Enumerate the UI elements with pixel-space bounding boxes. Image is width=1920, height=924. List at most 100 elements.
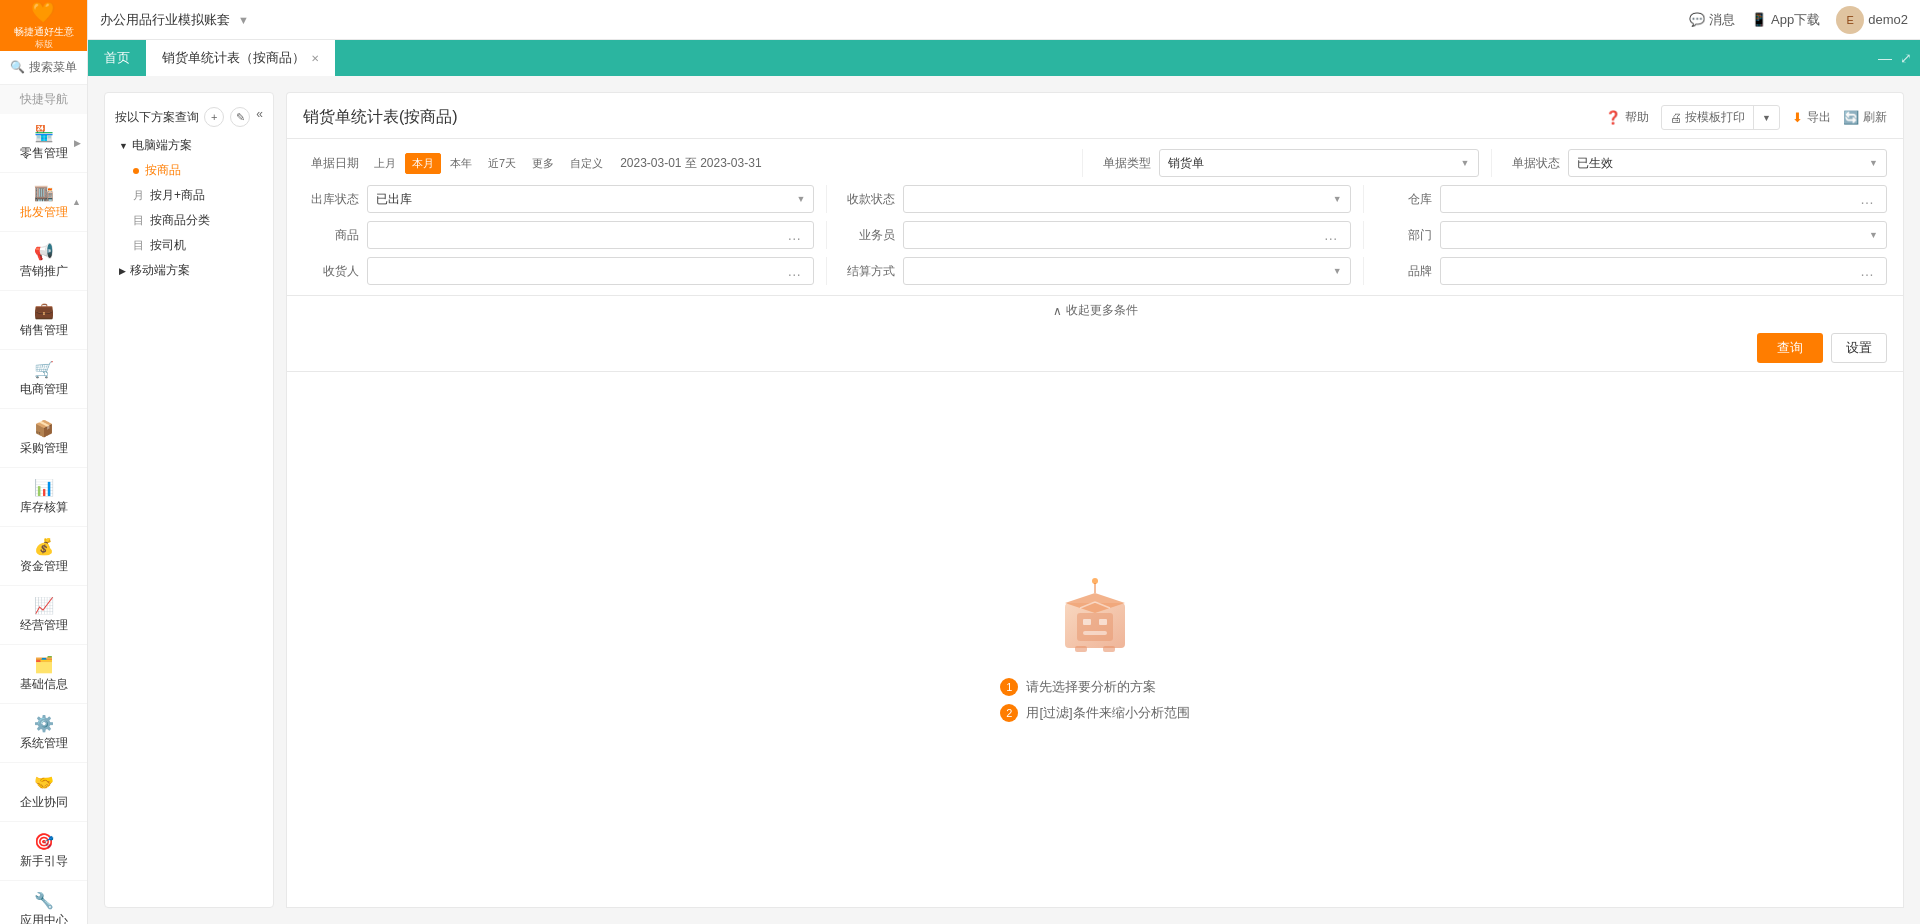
export-button[interactable]: ⬇ 导出 bbox=[1792, 109, 1831, 126]
divider-3 bbox=[826, 185, 827, 213]
sidebar-item-enterprise[interactable]: 🤝 企业协同 bbox=[0, 763, 87, 822]
tab-sales-stat[interactable]: 销货单统计表（按商品） ✕ bbox=[146, 40, 335, 76]
settlement-input[interactable]: ▼ bbox=[903, 257, 1350, 285]
empty-step-2: 2 用[过滤]条件来缩小分析范围 bbox=[1000, 704, 1189, 722]
tab-close-icon[interactable]: ✕ bbox=[311, 53, 319, 64]
sidebar-item-basic[interactable]: 🗂️ 基础信息 bbox=[0, 645, 87, 704]
sidebar-item-newbie[interactable]: 🎯 新手引导 bbox=[0, 822, 87, 881]
refresh-button[interactable]: 🔄 刷新 bbox=[1843, 109, 1887, 126]
consignee-dots-icon[interactable]: … bbox=[783, 263, 805, 279]
print-template-button[interactable]: 🖨 按模板打印 bbox=[1662, 106, 1754, 129]
sidebar-item-inventory[interactable]: 📊 库存核算 bbox=[0, 468, 87, 527]
tree-item-by-category-label: 按商品分类 bbox=[150, 212, 210, 229]
help-button[interactable]: ❓ 帮助 bbox=[1605, 109, 1649, 126]
tree-item-desktop[interactable]: ▼ 电脑端方案 bbox=[105, 133, 273, 158]
collapse-conditions-button[interactable]: ∧ 收起更多条件 bbox=[1053, 302, 1138, 319]
staff-input[interactable]: … bbox=[903, 221, 1350, 249]
search-bar: 单据日期 上月 本月 本年 近7天 更多 自定义 2023-03-01 至 20… bbox=[286, 138, 1904, 295]
receipt-status-field: 收款状态 ▼ bbox=[839, 185, 1350, 213]
add-scheme-button[interactable]: + bbox=[204, 107, 224, 127]
receipt-status-value bbox=[912, 191, 924, 208]
sidebar-item-marketing[interactable]: 📢 营销推广 bbox=[0, 232, 87, 291]
svg-rect-11 bbox=[1103, 646, 1115, 652]
apps-icon: 🔧 bbox=[34, 891, 54, 910]
message-action[interactable]: 💬 消息 bbox=[1689, 11, 1735, 29]
brand-dots-icon[interactable]: … bbox=[1856, 263, 1878, 279]
date-tab-this-year[interactable]: 本年 bbox=[443, 153, 479, 174]
search-row-2: 出库状态 已出库 ▼ 收款状态 ▼ bbox=[303, 185, 1887, 213]
sidebar-item-wholesale[interactable]: 🏬 批发管理 ▲ bbox=[0, 173, 87, 232]
divider-7 bbox=[826, 257, 827, 285]
sidebar-item-ecommerce[interactable]: 🛒 电商管理 bbox=[0, 350, 87, 409]
tab-home[interactable]: 首页 bbox=[88, 40, 146, 76]
staff-dots-icon[interactable]: … bbox=[1320, 227, 1342, 243]
query-button[interactable]: 查询 bbox=[1757, 333, 1823, 363]
dept-input[interactable]: ▼ bbox=[1440, 221, 1887, 249]
sidebar-item-enterprise-label: 企业协同 bbox=[20, 794, 68, 811]
logo-icon: 🧡 bbox=[31, 0, 56, 24]
system-icon: ⚙️ bbox=[34, 714, 54, 733]
tree-item-by-printer[interactable]: 目 按司机 bbox=[105, 233, 273, 258]
collapse-up-icon: ∧ bbox=[1053, 304, 1062, 318]
minimize-icon[interactable]: — bbox=[1878, 50, 1892, 66]
dropdown-arrow-icon[interactable]: ▼ bbox=[238, 14, 249, 26]
receipt-status-input[interactable]: ▼ bbox=[903, 185, 1350, 213]
date-tab-last-month[interactable]: 上月 bbox=[367, 153, 403, 174]
setting-button[interactable]: 设置 bbox=[1831, 333, 1887, 363]
warehouse-dots-icon[interactable]: … bbox=[1856, 191, 1878, 207]
doc-status-input[interactable]: 已生效 ▼ bbox=[1568, 149, 1888, 177]
tree-item-by-product[interactable]: 按商品 bbox=[105, 158, 273, 183]
operations-icon: 📈 bbox=[34, 596, 54, 615]
sidebar-search[interactable]: 🔍 搜索菜单 bbox=[0, 51, 87, 85]
date-tab-this-month[interactable]: 本月 bbox=[405, 153, 441, 174]
divider-8 bbox=[1363, 257, 1364, 285]
empty-steps: 1 请先选择要分析的方案 2 用[过滤]条件来缩小分析范围 bbox=[1000, 678, 1189, 722]
settlement-label: 结算方式 bbox=[839, 263, 895, 280]
consignee-input[interactable]: … bbox=[367, 257, 814, 285]
doc-type-input[interactable]: 销货单 ▼ bbox=[1159, 149, 1479, 177]
date-tab-7days[interactable]: 近7天 bbox=[481, 153, 523, 174]
doc-type-arrow-icon: ▼ bbox=[1461, 158, 1470, 168]
app-download-action[interactable]: 📱 App下载 bbox=[1751, 11, 1820, 29]
tree-item-by-category[interactable]: 目 按商品分类 bbox=[105, 208, 273, 233]
svg-rect-4 bbox=[1077, 613, 1113, 641]
sidebar-item-retail-label: 零售管理 bbox=[20, 145, 68, 162]
page-content: 按以下方案查询 + ✎ « ▼ 电脑端方案 bbox=[88, 76, 1920, 924]
search-row-1: 单据日期 上月 本月 本年 近7天 更多 自定义 2023-03-01 至 20… bbox=[303, 149, 1887, 177]
product-input[interactable]: … bbox=[367, 221, 814, 249]
retail-icon: 🏪 bbox=[34, 124, 54, 143]
sidebar-item-retail[interactable]: 🏪 零售管理 ▶ bbox=[0, 114, 87, 173]
product-dots-icon[interactable]: … bbox=[783, 227, 805, 243]
sidebar-item-operations[interactable]: 📈 经营管理 bbox=[0, 586, 87, 645]
sidebar-item-sales[interactable]: 💼 销售管理 bbox=[0, 291, 87, 350]
sidebar-item-system[interactable]: ⚙️ 系统管理 bbox=[0, 704, 87, 763]
edit-scheme-button[interactable]: ✎ bbox=[230, 107, 250, 127]
tree-item-mobile[interactable]: ▶ 移动端方案 bbox=[105, 258, 273, 283]
print-template-label: 按模板打印 bbox=[1685, 109, 1745, 126]
user-menu[interactable]: E demo2 bbox=[1836, 6, 1908, 34]
tree-item-by-month-product[interactable]: 月 按月+商品 bbox=[105, 183, 273, 208]
sidebar-item-apps-label: 应用中心 bbox=[20, 912, 68, 924]
maximize-icon[interactable]: ⤢ bbox=[1900, 50, 1912, 66]
date-label: 单据日期 bbox=[303, 155, 359, 172]
print-template-dropdown[interactable]: ▼ bbox=[1754, 110, 1779, 126]
date-tab-custom[interactable]: 自定义 bbox=[563, 153, 610, 174]
sidebar-item-purchase[interactable]: 📦 采购管理 bbox=[0, 409, 87, 468]
newbie-icon: 🎯 bbox=[34, 832, 54, 851]
warehouse-input[interactable]: … bbox=[1440, 185, 1887, 213]
collapse-panel-button[interactable]: « bbox=[256, 107, 263, 127]
sidebar-item-apps[interactable]: 🔧 应用中心 bbox=[0, 881, 87, 924]
dept-field: 部门 ▼ bbox=[1376, 221, 1887, 249]
tree-item-mobile-label: 移动端方案 bbox=[130, 262, 190, 279]
basic-icon: 🗂️ bbox=[34, 655, 54, 674]
sidebar-item-wholesale-label: 批发管理 bbox=[20, 204, 68, 221]
date-tab-more[interactable]: 更多 bbox=[525, 153, 561, 174]
message-label: 消息 bbox=[1709, 11, 1735, 29]
page-header-actions: ❓ 帮助 🖨 按模板打印 ▼ ⬇ 导出 bbox=[1605, 105, 1887, 130]
sidebar-item-finance[interactable]: 💰 资金管理 bbox=[0, 527, 87, 586]
out-status-input[interactable]: 已出库 ▼ bbox=[367, 185, 814, 213]
step1-num: 1 bbox=[1000, 678, 1018, 696]
export-label: 导出 bbox=[1807, 109, 1831, 126]
brand-input[interactable]: … bbox=[1440, 257, 1887, 285]
divider-5 bbox=[826, 221, 827, 249]
